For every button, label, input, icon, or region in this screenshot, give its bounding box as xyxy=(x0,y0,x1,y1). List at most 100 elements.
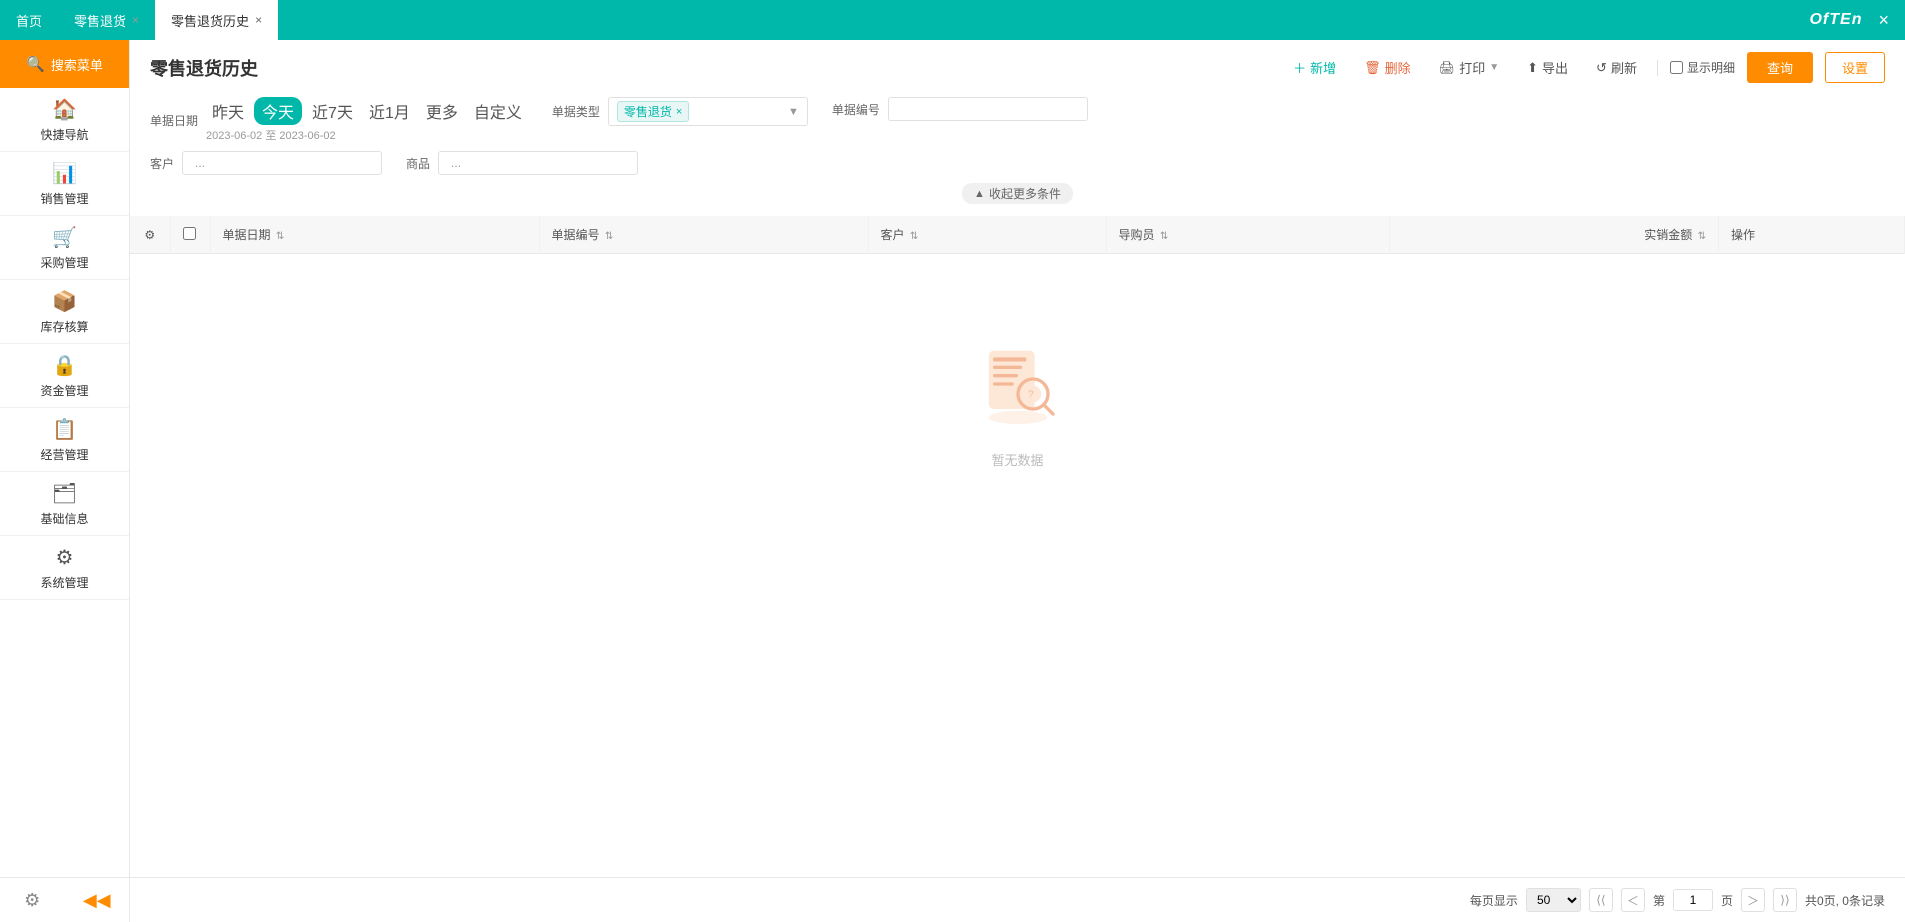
print-button-label: 打印 xyxy=(1459,58,1485,77)
prev-page-btn[interactable]: ＜ xyxy=(1621,888,1645,912)
new-button[interactable]: ＋ 新增 xyxy=(1285,54,1344,81)
data-table: ⚙ 单据日期 ⇅ 单据编号 ⇅ xyxy=(130,216,1905,254)
next-page-btn[interactable]: ＞ xyxy=(1741,888,1765,912)
sidebar-item-purchase-mgmt[interactable]: 🛒 采购管理 xyxy=(0,216,129,280)
page-label: 第 xyxy=(1653,892,1665,909)
sidebar-item-operation-mgmt-label: 经营管理 xyxy=(40,446,88,463)
page-unit: 页 xyxy=(1721,892,1733,909)
setting-button[interactable]: 设置 xyxy=(1825,52,1885,83)
th-number[interactable]: 单据编号 ⇅ xyxy=(539,216,868,254)
inventory-icon: 📦 xyxy=(52,289,77,314)
th-guide-label: 导购员 xyxy=(1119,228,1155,242)
toolbar: ＋ 新增 🗑 删除 🖨 打印 ▼ ⬆ 导出 xyxy=(1285,52,1885,83)
th-amount-label: 实销金额 xyxy=(1644,228,1692,242)
sidebar-item-basic-info-label: 基础信息 xyxy=(40,510,88,527)
refresh-button[interactable]: ↺ 刷新 xyxy=(1588,54,1645,81)
refresh-icon: ↺ xyxy=(1596,60,1607,76)
window-close-btn[interactable]: × xyxy=(1878,10,1889,31)
sidebar-search[interactable]: 🔍 搜索菜单 xyxy=(0,40,129,88)
date-btn-yesterday[interactable]: 昨天 xyxy=(206,97,250,125)
th-action: 操作 xyxy=(1719,216,1905,254)
sidebar-item-finance-mgmt[interactable]: 🔒 资金管理 xyxy=(0,344,129,408)
export-button[interactable]: ⬆ 导出 xyxy=(1519,54,1576,81)
purchase-icon: 🛒 xyxy=(52,225,77,250)
tab-retail-return-close[interactable]: × xyxy=(132,13,139,27)
page-title: 零售退货历史 xyxy=(150,55,258,81)
date-filter-label: 单据日期 xyxy=(150,112,198,129)
empty-text: 暂无数据 xyxy=(991,450,1043,469)
select-all-checkbox[interactable] xyxy=(183,227,196,240)
number-filter-input[interactable] xyxy=(888,97,1088,121)
print-icon: 🖨 xyxy=(1439,60,1456,76)
top-bar: 首页 零售退货 × 零售退货历史 × OfTEn × xyxy=(0,0,1905,40)
settings-icon: ⚙ xyxy=(144,228,155,242)
type-tag-close[interactable]: × xyxy=(676,106,682,118)
print-dropdown-icon: ▼ xyxy=(1489,62,1499,73)
sidebar-item-sales-mgmt[interactable]: 📊 销售管理 xyxy=(0,152,129,216)
tab-retail-return-label: 零售退货 xyxy=(74,11,126,30)
page-size-select[interactable]: 20 50 100 xyxy=(1526,888,1581,912)
collapse-button[interactable]: ▲ 收起更多条件 xyxy=(962,183,1073,204)
goods-filter-btn[interactable]: ... xyxy=(438,151,638,175)
plus-icon: ＋ xyxy=(1293,58,1306,77)
sidebar-item-operation-mgmt[interactable]: 📋 经营管理 xyxy=(0,408,129,472)
th-date-label: 单据日期 xyxy=(223,228,271,242)
th-guide[interactable]: 导购员 ⇅ xyxy=(1106,216,1390,254)
customer-filter-btn[interactable]: ... xyxy=(182,151,382,175)
th-date[interactable]: 单据日期 ⇅ xyxy=(210,216,539,254)
home-icon: 🏠 xyxy=(52,97,77,122)
collapse-up-icon: ▲ xyxy=(974,188,985,200)
date-btn-more[interactable]: 更多 xyxy=(420,97,464,125)
sidebar-item-quick-nav[interactable]: 🏠 快捷导航 xyxy=(0,88,129,152)
next-page-icon: ＞ xyxy=(1747,892,1759,909)
query-button[interactable]: 查询 xyxy=(1747,52,1813,83)
goods-filter-label: 商品 xyxy=(406,155,430,172)
print-button[interactable]: 🖨 打印 ▼ xyxy=(1431,54,1507,81)
th-checkbox[interactable] xyxy=(170,216,210,254)
tab-home[interactable]: 首页 xyxy=(0,0,58,40)
sidebar-item-inventory-label: 库存核算 xyxy=(40,318,88,335)
date-btn-custom[interactable]: 自定义 xyxy=(468,97,528,125)
sidebar-item-inventory[interactable]: 📦 库存核算 xyxy=(0,280,129,344)
new-button-label: 新增 xyxy=(1310,58,1336,77)
type-filter-tag: 零售退货 × xyxy=(617,101,689,122)
th-customer-sort: ⇅ xyxy=(910,231,918,242)
th-settings[interactable]: ⚙ xyxy=(130,216,170,254)
sidebar-sound-btn[interactable]: ◀◀ xyxy=(65,878,130,922)
th-amount[interactable]: 实销金额 ⇅ xyxy=(1390,216,1719,254)
sidebar-bottom: ⚙ ◀◀ xyxy=(0,877,129,922)
empty-icon: ? xyxy=(968,334,1068,434)
date-btn-today[interactable]: 今天 xyxy=(254,97,302,125)
delete-button[interactable]: 🗑 删除 xyxy=(1356,54,1419,81)
page-number-input[interactable] xyxy=(1673,889,1713,911)
tab-retail-return-history-close[interactable]: × xyxy=(255,13,262,27)
type-filter-select[interactable]: 零售退货 × ▼ xyxy=(608,97,808,126)
last-page-btn[interactable]: ⟩⟩ xyxy=(1773,888,1797,912)
operation-icon: 📋 xyxy=(52,417,77,442)
type-filter-label: 单据类型 xyxy=(552,103,600,120)
th-guide-sort: ⇅ xyxy=(1160,231,1168,242)
gear-icon: ⚙ xyxy=(24,890,40,911)
date-btn-7days[interactable]: 近7天 xyxy=(306,97,359,125)
sidebar-item-basic-info[interactable]: 🗂 基础信息 xyxy=(0,472,129,536)
system-icon: ⚙ xyxy=(56,545,74,570)
pagination-bar: 每页显示 20 50 100 ⟨⟨ ＜ 第 页 ＞ ⟩⟩ 共0页, 0条记录 xyxy=(130,877,1905,922)
sales-icon: 📊 xyxy=(52,161,77,186)
display-detail-checkbox[interactable] xyxy=(1670,61,1683,74)
th-number-label: 单据编号 xyxy=(552,228,600,242)
collapse-label: 收起更多条件 xyxy=(989,185,1061,202)
date-filter-top: 昨天 今天 近7天 近1月 更多 自定义 xyxy=(206,97,528,125)
date-btn-1month[interactable]: 近1月 xyxy=(363,97,416,125)
th-date-sort: ⇅ xyxy=(276,231,284,242)
tab-retail-return-history[interactable]: 零售退货历史 × xyxy=(155,0,278,40)
total-label: 共0页, 0条记录 xyxy=(1805,892,1885,909)
sidebar-item-sales-mgmt-label: 销售管理 xyxy=(40,190,88,207)
first-page-btn[interactable]: ⟨⟨ xyxy=(1589,888,1613,912)
tab-retail-return[interactable]: 零售退货 × xyxy=(58,0,155,40)
sidebar-item-system-mgmt[interactable]: ⚙ 系统管理 xyxy=(0,536,129,600)
content-area: 零售退货历史 ＋ 新增 🗑 删除 🖨 打印 ▼ xyxy=(130,40,1905,922)
th-customer[interactable]: 客户 ⇅ xyxy=(868,216,1106,254)
export-icon: ⬆ xyxy=(1527,60,1538,76)
display-detail-wrap: 显示明细 xyxy=(1670,59,1735,76)
sidebar-settings-btn[interactable]: ⚙ xyxy=(0,878,65,922)
